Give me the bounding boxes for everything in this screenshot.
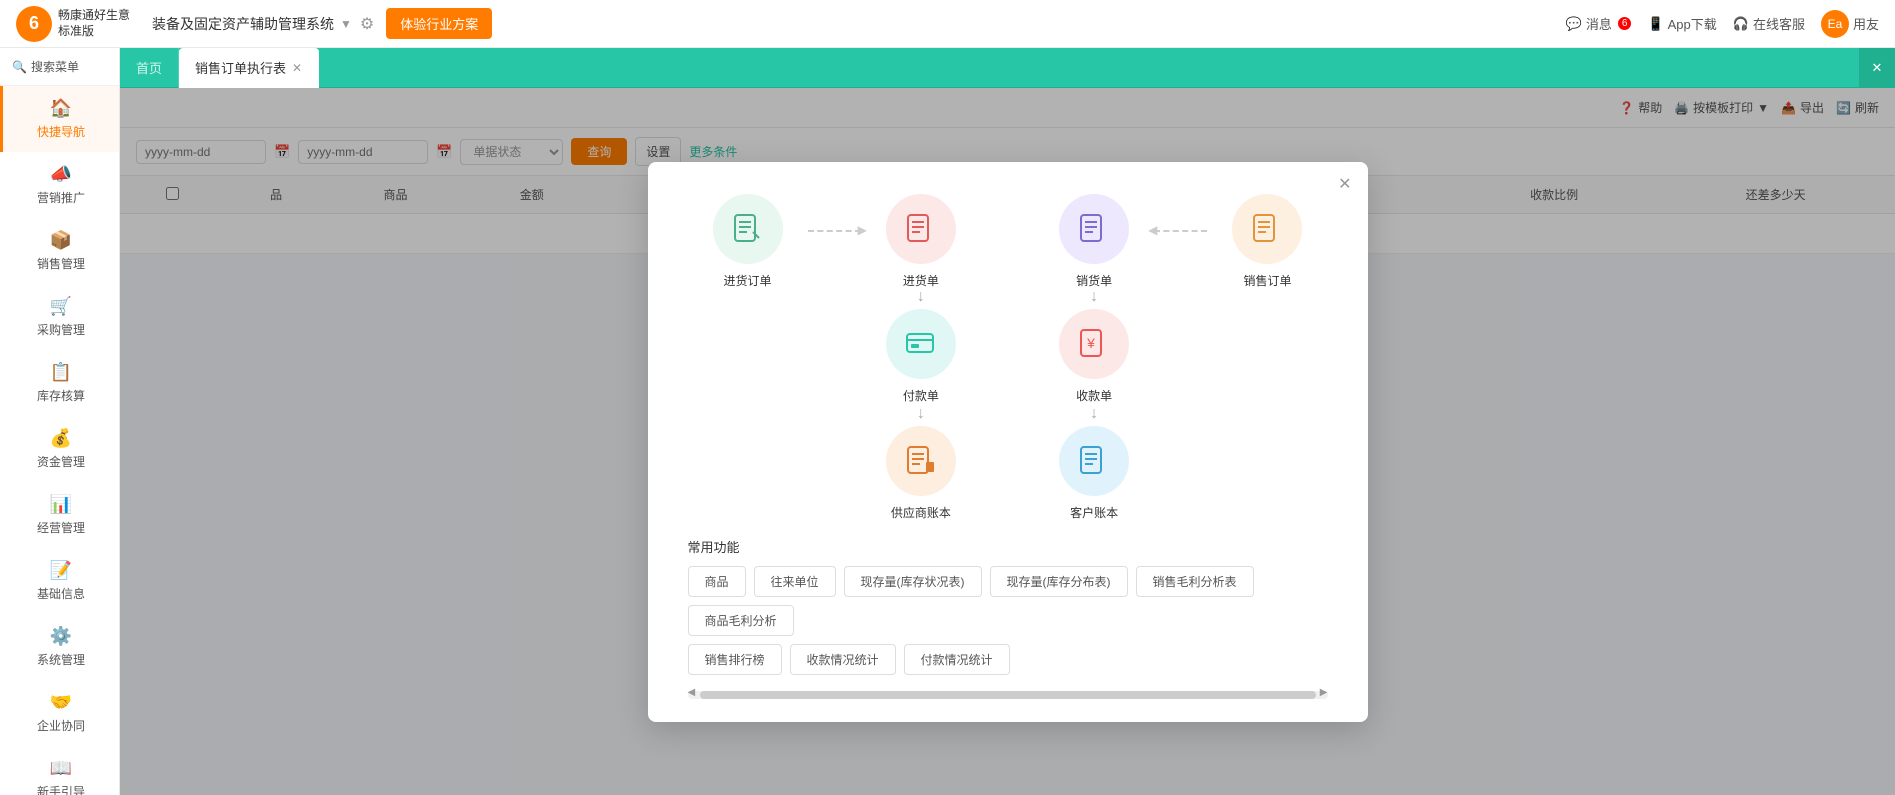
gear-icon[interactable]: ⚙ (360, 14, 374, 34)
func-btns-row1: 商品 往来单位 现存量(库存状况表) 现存量(库存分布表) 销售毛利分析表 商品… (688, 566, 1328, 636)
system-icon: ⚙️ (50, 626, 72, 647)
node-payment-bill-label: 付款单 (903, 387, 939, 404)
node-supplier-ledger-label: 供应商账本 (891, 504, 951, 521)
node-purchase-bill[interactable]: 进货单 (861, 194, 981, 289)
basic-icon: 📝 (50, 560, 72, 581)
logo-area: 6 畅康通好生意 标准版 (16, 6, 136, 42)
supplier-ledger-icon (886, 426, 956, 496)
finance-icon: 💰 (50, 428, 72, 449)
guide-icon: 📖 (50, 758, 72, 779)
purchase-order-icon (713, 194, 783, 264)
inner-content: ❓ 帮助 🖨️ 按模板打印 ▼ 📤 导出 🔄 刷新 (120, 88, 1895, 795)
operations-icon: 📊 (50, 494, 72, 515)
message-btn[interactable]: 💬 消息 6 (1566, 14, 1632, 33)
top-header: 6 畅康通好生意 标准版 装备及固定资产辅助管理系统 ▼ ⚙ 体验行业方案 💬 … (0, 0, 1895, 48)
user-area[interactable]: Ea 用友 (1821, 10, 1879, 38)
sidebar-item-sales[interactable]: 📦 销售管理 (0, 218, 119, 284)
message-badge: 6 (1618, 17, 1632, 30)
tab-bar: 首页 销售订单执行表 ✕ ✕ (120, 48, 1895, 88)
content-area: 首页 销售订单执行表 ✕ ✕ ❓ 帮助 🖨️ 按模板打印 ▼ (120, 48, 1895, 795)
sidebar-item-system[interactable]: ⚙️ 系统管理 (0, 614, 119, 680)
svg-text:¥: ¥ (1086, 335, 1095, 351)
tab-sales-execution[interactable]: 销售订单执行表 ✕ (179, 48, 319, 88)
app-download-btn[interactable]: 📱 App下载 (1647, 14, 1716, 33)
node-sales-order[interactable]: 销售订单 (1207, 194, 1327, 289)
tab-home[interactable]: 首页 (120, 48, 179, 88)
tab-close-icon[interactable]: ✕ (292, 61, 302, 75)
service-icon: 🎧 (1733, 16, 1749, 32)
common-func-title: 常用功能 (688, 537, 1328, 556)
message-icon: 💬 (1566, 16, 1582, 32)
node-purchase-bill-label: 进货单 (903, 272, 939, 289)
download-icon: 📱 (1647, 16, 1663, 32)
func-btn-counterpart[interactable]: 往来单位 (754, 566, 836, 597)
func-btn-sales-profit[interactable]: 销售毛利分析表 (1136, 566, 1254, 597)
sidebar: 🔍 搜索菜单 🏠 快捷导航 📣 营销推广 📦 销售管理 🛒 采购管理 📋 库存核… (0, 48, 120, 795)
sidebar-item-guide[interactable]: 📖 新手引导 (0, 746, 119, 795)
sales-order-icon (1232, 194, 1302, 264)
func-btn-product[interactable]: 商品 (688, 566, 746, 597)
payment-bill-icon (886, 309, 956, 379)
node-purchase-order[interactable]: 进货订单 (688, 194, 808, 289)
trial-button[interactable]: 体验行业方案 (386, 8, 492, 39)
purchase-bill-icon (886, 194, 956, 264)
modal-overlay[interactable]: ✕ 进货订单 (120, 88, 1895, 795)
close-all-btn[interactable]: ✕ (1859, 48, 1895, 88)
node-receipt-bill[interactable]: ¥ 收款单 (1034, 309, 1154, 404)
func-btn-payment-stats[interactable]: 付款情况统计 (904, 644, 1010, 675)
sidebar-search[interactable]: 🔍 搜索菜单 (0, 48, 119, 86)
online-service-btn[interactable]: 🎧 在线客服 (1733, 14, 1805, 33)
sidebar-item-quick[interactable]: 🏠 快捷导航 (0, 86, 119, 152)
node-customer-ledger-label: 客户账本 (1070, 504, 1118, 521)
func-btn-stock-status[interactable]: 现存量(库存状况表) (844, 566, 982, 597)
func-btn-stock-dist[interactable]: 现存量(库存分布表) (990, 566, 1128, 597)
node-sales-bill[interactable]: 销货单 (1034, 194, 1154, 289)
app-title: 装备及固定资产辅助管理系统 (152, 14, 334, 34)
sidebar-item-basic[interactable]: 📝 基础信息 (0, 548, 119, 614)
node-purchase-order-label: 进货订单 (723, 272, 771, 289)
func-btn-product-profit[interactable]: 商品毛利分析 (688, 605, 794, 636)
logo-icon: 6 (16, 6, 52, 42)
main-layout: 🔍 搜索菜单 🏠 快捷导航 📣 营销推广 📦 销售管理 🛒 采购管理 📋 库存核… (0, 48, 1895, 795)
marketing-icon: 📣 (50, 164, 72, 185)
scroll-right-icon[interactable]: ▶ (1320, 687, 1328, 698)
node-customer-ledger[interactable]: 客户账本 (1034, 426, 1154, 521)
scroll-left-icon[interactable]: ◀ (688, 687, 696, 698)
app-title-area: 装备及固定资产辅助管理系统 ▼ ⚙ 体验行业方案 (136, 8, 1566, 39)
modal-close-btn[interactable]: ✕ (1338, 174, 1351, 194)
sidebar-item-inventory[interactable]: 📋 库存核算 (0, 350, 119, 416)
sidebar-item-collab[interactable]: 🤝 企业协同 (0, 680, 119, 746)
receipt-bill-icon: ¥ (1059, 309, 1129, 379)
sales-icon: 📦 (50, 230, 72, 251)
sidebar-item-marketing[interactable]: 📣 营销推广 (0, 152, 119, 218)
sidebar-item-finance[interactable]: 💰 资金管理 (0, 416, 119, 482)
avatar: Ea (1821, 10, 1849, 38)
header-right: 💬 消息 6 📱 App下载 🎧 在线客服 Ea 用友 (1566, 10, 1879, 38)
modal-scrollbar[interactable]: ◀ ▶ (688, 691, 1328, 699)
sales-bill-icon (1059, 194, 1129, 264)
purchase-icon: 🛒 (50, 296, 72, 317)
modal-scrollbar-thumb[interactable] (700, 691, 1316, 699)
node-sales-order-label: 销售订单 (1243, 272, 1291, 289)
node-sales-bill-label: 销货单 (1076, 272, 1112, 289)
flow-diagram: 进货订单 ▶ (688, 194, 1328, 521)
func-btns-row2: 销售排行榜 收款情况统计 付款情况统计 (688, 644, 1328, 675)
sidebar-item-operations[interactable]: 📊 经营管理 (0, 482, 119, 548)
inventory-icon: 📋 (50, 362, 72, 383)
modal-box: ✕ 进货订单 (648, 162, 1368, 722)
search-icon: 🔍 (12, 60, 27, 74)
node-supplier-ledger[interactable]: 供应商账本 (861, 426, 981, 521)
node-receipt-bill-label: 收款单 (1076, 387, 1112, 404)
func-btn-receipt-stats[interactable]: 收款情况统计 (790, 644, 896, 675)
quick-icon: 🏠 (50, 98, 72, 119)
collab-icon: 🤝 (50, 692, 72, 713)
customer-ledger-icon (1059, 426, 1129, 496)
sidebar-item-purchase[interactable]: 🛒 采购管理 (0, 284, 119, 350)
logo-text: 畅康通好生意 标准版 (58, 8, 130, 39)
title-dropdown-icon[interactable]: ▼ (340, 17, 352, 31)
node-payment-bill[interactable]: 付款单 (861, 309, 981, 404)
common-func-section: 常用功能 商品 往来单位 现存量(库存状况表) 现存量(库存分布表) 销售毛利分… (688, 537, 1328, 675)
func-btn-sales-rank[interactable]: 销售排行榜 (688, 644, 782, 675)
